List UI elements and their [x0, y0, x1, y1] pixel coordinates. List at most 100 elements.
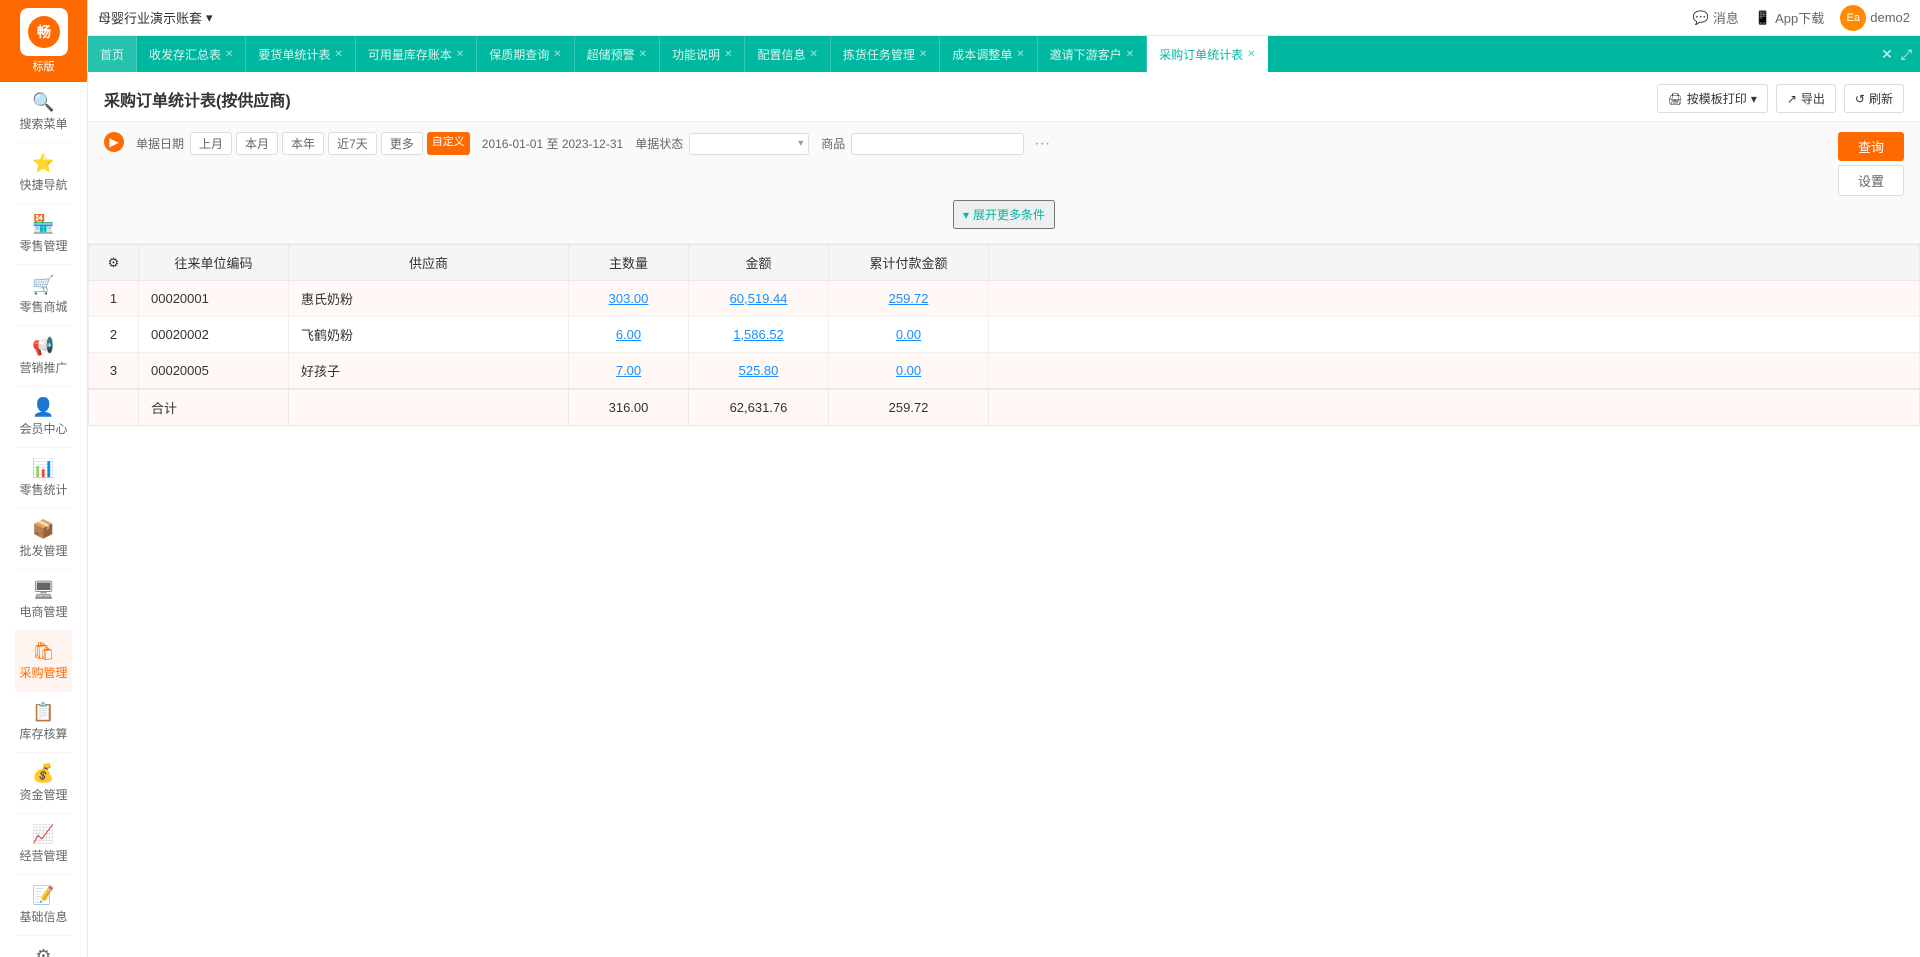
sidebar-item-basic-info[interactable]: 📝基础信息 [15, 875, 71, 936]
date-7days-btn[interactable]: 近7天 [328, 132, 377, 155]
tab-cost-adjust[interactable]: 成本调整单✕ [940, 36, 1037, 72]
expand-more-btn[interactable]: ▾ 展开更多条件 [953, 200, 1055, 229]
tab-label-invite-downstream: 邀请下游客户 [1050, 46, 1122, 63]
tab-overstock-warning[interactable]: 超储预警✕ [575, 36, 660, 72]
tab-purchase-order-summary[interactable]: 采购订单统计表✕ [1147, 36, 1268, 72]
tab-available-stock[interactable]: 可用量库存账本✕ [356, 36, 477, 72]
footer-empty3 [989, 389, 1920, 426]
tab-close-invite-downstream[interactable]: ✕ [1126, 49, 1134, 60]
tab-label-expiry-query: 保质期查询 [489, 46, 549, 63]
search-btn[interactable]: 查询 [1838, 132, 1904, 161]
tab-close-cost-adjust[interactable]: ✕ [1016, 49, 1024, 60]
close-all-tabs-btn[interactable]: ✕ [1881, 46, 1893, 63]
sidebar-item-purchase-mgmt[interactable]: 🛍采购管理 [15, 631, 71, 692]
tab-close-available-stock[interactable]: ✕ [456, 49, 464, 60]
sidebar-item-inventory[interactable]: 📋 库存核算 [15, 692, 71, 753]
cell-extra-0 [989, 281, 1920, 317]
goods-more-btn[interactable]: ··· [1030, 135, 1054, 153]
cell-qty-1[interactable]: 6.00 [569, 317, 689, 353]
sidebar-item-operations[interactable]: 📈经营管理 [15, 814, 71, 875]
date-range-display: 2016-01-01 至 2023-12-31 [482, 135, 623, 152]
sidebar-item-quick-nav[interactable]: ⭐快捷导航 [15, 143, 71, 204]
cell-paid-2[interactable]: 0.00 [829, 353, 989, 390]
tab-invite-downstream[interactable]: 邀请下游客户 ✕ [1038, 36, 1147, 72]
tab-function-desc[interactable]: 功能说明 ✕ [660, 36, 745, 72]
sidebar-item-search[interactable]: 🔍搜索菜单 [15, 82, 71, 143]
sidebar-icon-inventory: 📋 [32, 702, 54, 723]
sidebar-item-marketing[interactable]: 📢营销推广 [15, 326, 71, 387]
sidebar-item-retail-store[interactable]: 🛒零售商城 [15, 265, 71, 326]
sidebar-icon-wholesale-mgmt: 📦 [32, 519, 54, 540]
tab-label-order-summary: 要货单统计表 [258, 46, 330, 63]
sidebar-item-system[interactable]: ⚙系统管理 [15, 936, 71, 957]
logo-area: 畅 标版 [0, 0, 87, 82]
maximize-btn[interactable]: ⤢ [1901, 46, 1912, 63]
cell-paid-0[interactable]: 259.72 [829, 281, 989, 317]
page: 采购订单统计表(按供应商) 🖨 按模板打印 ▾ ↗ 导出 ↺ 刷新 [88, 72, 1920, 957]
cell-amount-1[interactable]: 1,586.52 [689, 317, 829, 353]
print-template-btn[interactable]: 🖨 按模板打印 ▾ [1657, 84, 1768, 113]
export-icon: ↗ [1787, 92, 1797, 106]
status-select[interactable] [689, 133, 809, 155]
svg-text:畅: 畅 [37, 24, 51, 40]
tab-close-overstock-warning[interactable]: ✕ [639, 49, 647, 60]
sidebar-item-wholesale-mgmt[interactable]: 📦批发管理 [15, 509, 71, 570]
sidebar-label-quick-nav: 快捷导航 [19, 176, 67, 193]
date-filter: 单据日期 上月 本月 本年 近7天 更多 自定义 [136, 132, 470, 155]
sidebar-item-member[interactable]: 👤会员中心 [15, 387, 71, 448]
tab-picking-task[interactable]: 拣货任务管理✕ [831, 36, 940, 72]
sidebar-icon-retail-store: 🛒 [32, 275, 54, 296]
date-last-month-btn[interactable]: 上月 [190, 132, 232, 155]
expand-label: 展开更多条件 [973, 206, 1045, 223]
refresh-icon: ↺ [1855, 92, 1865, 106]
setting-btn[interactable]: 设置 [1838, 165, 1904, 196]
tabbar-end: ✕ ⤢ [1873, 46, 1920, 63]
expand-icon: ▾ [963, 208, 969, 222]
tab-receive-summary[interactable]: 收发存汇总表✕ [137, 36, 246, 72]
tab-label-function-desc: 功能说明 [672, 46, 720, 63]
cell-paid-1[interactable]: 0.00 [829, 317, 989, 353]
collapse-arrow-btn[interactable]: ▶ [104, 132, 124, 152]
tab-close-expiry-query[interactable]: ✕ [553, 49, 561, 60]
date-this-year-btn[interactable]: 本年 [282, 132, 324, 155]
app-download-btn[interactable]: 📱 App下载 [1755, 8, 1824, 27]
cell-supplier-1: 飞鹤奶粉 [289, 317, 569, 353]
export-btn[interactable]: ↗ 导出 [1776, 84, 1836, 113]
tab-close-order-summary[interactable]: ✕ [334, 49, 342, 60]
col-header-code: 往来单位编码 [139, 245, 289, 281]
sidebar-label-search: 搜索菜单 [19, 115, 67, 132]
date-more-btn[interactable]: 更多 [381, 132, 423, 155]
cell-qty-2[interactable]: 7.00 [569, 353, 689, 390]
sidebar-icon-member: 👤 [32, 397, 54, 418]
table-row: 2 00020002 飞鹤奶粉 6.00 1,586.52 0.00 [89, 317, 1920, 353]
tab-close-purchase-order-summary[interactable]: ✕ [1247, 49, 1255, 60]
tab-close-config-info[interactable]: ✕ [809, 49, 817, 60]
message-btn[interactable]: 💬 消息 [1693, 8, 1739, 27]
col-header-settings[interactable]: ⚙ [89, 245, 139, 281]
cell-amount-2[interactable]: 525.80 [689, 353, 829, 390]
refresh-label: 刷新 [1869, 90, 1893, 107]
tab-expiry-query[interactable]: 保质期查询 ✕ [477, 36, 574, 72]
export-label: 导出 [1801, 90, 1825, 107]
sidebar-label-inventory: 库存核算 [19, 725, 67, 742]
date-this-month-btn[interactable]: 本月 [236, 132, 278, 155]
tab-close-function-desc[interactable]: ✕ [724, 49, 732, 60]
sidebar-item-retail-mgmt[interactable]: 🏪零售管理 [15, 204, 71, 265]
tab-close-picking-task[interactable]: ✕ [919, 49, 927, 60]
status-filter: 单据状态 [635, 133, 809, 155]
tab-order-summary[interactable]: 要货单统计表 ✕ [246, 36, 355, 72]
date-label: 单据日期 [136, 135, 184, 152]
sidebar-item-retail-stats[interactable]: 📊零售统计 [15, 448, 71, 509]
tab-home[interactable]: 首页 [88, 36, 137, 72]
sidebar-item-ecommerce[interactable]: 🖥电商管理 [15, 570, 71, 631]
cell-amount-0[interactable]: 60,519.44 [689, 281, 829, 317]
tab-config-info[interactable]: 配置信息✕ [745, 36, 830, 72]
tab-close-receive-summary[interactable]: ✕ [225, 49, 233, 60]
cell-qty-0[interactable]: 303.00 [569, 281, 689, 317]
refresh-btn[interactable]: ↺ 刷新 [1844, 84, 1904, 113]
user-area[interactable]: Ea demo2 [1840, 5, 1910, 31]
goods-input[interactable] [851, 133, 1024, 155]
account-dropdown[interactable]: 母婴行业演示账套 ▾ [98, 8, 213, 27]
table-body: 1 00020001 惠氏奶粉 303.00 60,519.44 259.72 … [89, 281, 1920, 390]
sidebar-item-finance[interactable]: 💰资金管理 [15, 753, 71, 814]
